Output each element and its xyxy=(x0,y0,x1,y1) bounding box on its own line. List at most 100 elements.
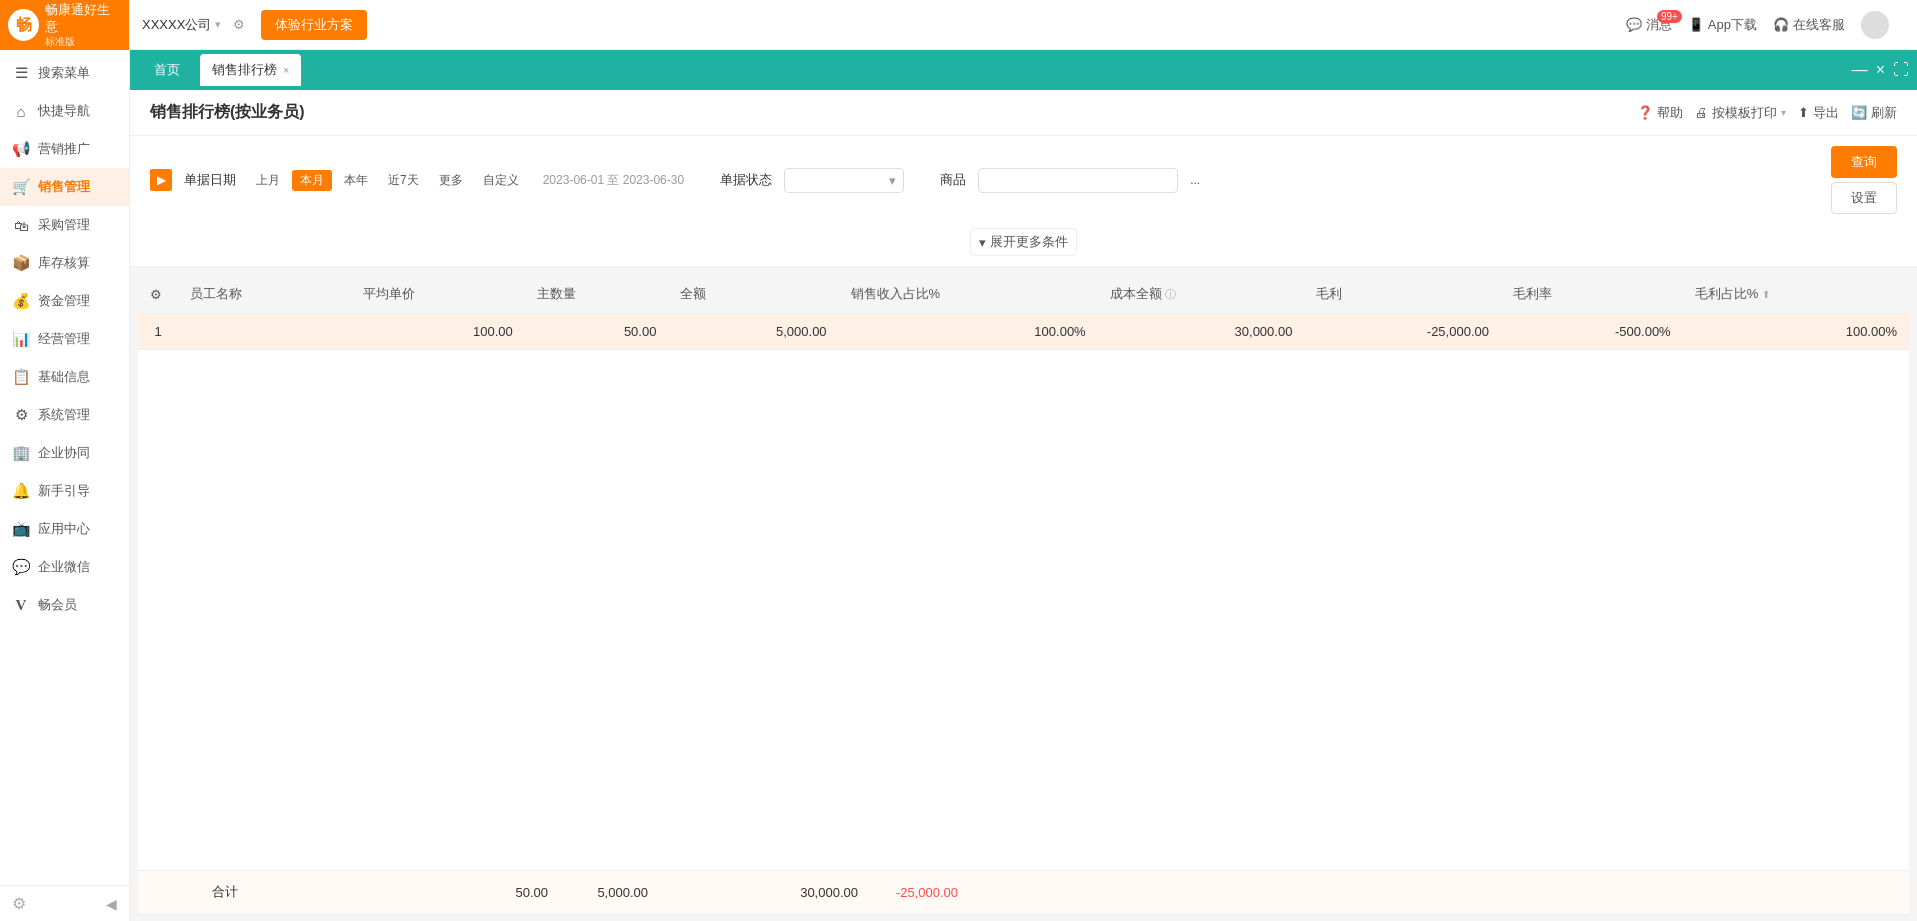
sidebar-item-marketing[interactable]: 📢 营销推广 xyxy=(0,130,129,168)
sidebar-item-operations[interactable]: 📊 经营管理 xyxy=(0,320,129,358)
logo-icon: 畅 xyxy=(8,9,39,41)
sidebar-item-label: 搜索菜单 xyxy=(38,64,90,82)
tabbar-right: — × ⛶ xyxy=(1852,61,1909,79)
print-icon: 🖨 xyxy=(1695,105,1708,120)
sidebar-item-search[interactable]: ☰ 搜索菜单 xyxy=(0,54,129,92)
date-tab-this-month[interactable]: 本月 xyxy=(292,170,332,191)
more-filters-icon[interactable]: ... xyxy=(1190,173,1200,187)
sidebar-item-apps[interactable]: 📺 应用中心 xyxy=(0,510,129,548)
sort-icon[interactable]: ⬆ xyxy=(1762,289,1770,300)
user-avatar[interactable] xyxy=(1861,11,1889,39)
collapse-icon[interactable]: ◀ xyxy=(106,896,117,912)
sidebar-item-finance[interactable]: 💰 资金管理 xyxy=(0,282,129,320)
page-actions: ❓ 帮助 🖨 按模板打印 ▾ ⬆ 导出 🔄 刷新 xyxy=(1637,104,1897,122)
footer-avg-price xyxy=(400,890,480,894)
help-btn[interactable]: ❓ 帮助 xyxy=(1637,104,1683,122)
sidebar-item-system[interactable]: ⚙ 系统管理 xyxy=(0,396,129,434)
enterprise-icon: 🏢 xyxy=(12,444,30,462)
search-menu-icon: ☰ xyxy=(12,64,30,82)
sidebar-item-member[interactable]: V 畅会员 xyxy=(0,586,129,624)
sidebar-item-enterprise[interactable]: 🏢 企业协同 xyxy=(0,434,129,472)
online-support-btn[interactable]: 🎧 在线客服 xyxy=(1773,16,1845,34)
date-tab-more[interactable]: 更多 xyxy=(431,170,471,191)
purchase-icon: 🛍 xyxy=(12,217,30,234)
sidebar-item-purchase[interactable]: 🛍 采购管理 xyxy=(0,206,129,244)
sidebar-item-sales[interactable]: 🛒 销售管理 xyxy=(0,168,129,206)
sidebar-item-inventory[interactable]: 📦 库存核算 xyxy=(0,244,129,282)
basic-icon: 📋 xyxy=(12,368,30,386)
sidebar-item-wechat[interactable]: 💬 企业微信 xyxy=(0,548,129,586)
th-gross-pct: 毛利占比% ⬆ xyxy=(1683,275,1909,314)
refresh-icon: 🔄 xyxy=(1851,105,1867,120)
home-icon: ⌂ xyxy=(12,103,30,120)
th-gross: 毛利 xyxy=(1304,275,1501,314)
apps-icon: 📺 xyxy=(12,520,30,538)
settings-icon[interactable]: ⚙ xyxy=(12,894,26,913)
chevron-down-icon[interactable]: ▾ xyxy=(215,18,221,31)
app-download-label: App下载 xyxy=(1708,16,1757,34)
trial-btn[interactable]: 体验行业方案 xyxy=(261,10,367,40)
sidebar-item-guide[interactable]: 🔔 新手引导 xyxy=(0,472,129,510)
query-btn[interactable]: 查询 xyxy=(1831,146,1897,178)
expand-chevron-icon: ▾ xyxy=(979,235,986,250)
sidebar-item-label: 系统管理 xyxy=(38,406,90,424)
tab-close-window-icon[interactable]: × xyxy=(1876,61,1885,79)
status-filter-label: 单据状态 xyxy=(720,171,772,189)
sidebar-item-label: 基础信息 xyxy=(38,368,90,386)
date-filter-label: 单据日期 xyxy=(184,171,236,189)
page-header: 销售排行榜(按业务员) ❓ 帮助 🖨 按模板打印 ▾ ⬆ 导出 🔄 刷新 xyxy=(130,90,1917,136)
footer-label xyxy=(150,890,200,894)
expand-more-btn[interactable]: ▾ 展开更多条件 xyxy=(970,228,1077,256)
app-name: 畅康通好生意 xyxy=(45,2,121,36)
date-tab-last-month[interactable]: 上月 xyxy=(248,170,288,191)
company-selector[interactable]: XXXXX公司 ▾ xyxy=(142,16,221,34)
cell-gross-rate: -500.00% xyxy=(1501,314,1683,350)
filter-collapse-btn[interactable]: ▶ xyxy=(150,169,172,191)
sidebar-item-basic[interactable]: 📋 基础信息 xyxy=(0,358,129,396)
app-download-btn[interactable]: 📱 App下载 xyxy=(1688,16,1757,34)
marketing-icon: 📢 xyxy=(12,140,30,158)
sidebar-item-label: 库存核算 xyxy=(38,254,90,272)
topbar-settings-icon[interactable]: ⚙ xyxy=(233,17,245,32)
date-tab-this-year[interactable]: 本年 xyxy=(336,170,376,191)
footer-gross: -25,000.00 xyxy=(870,883,970,902)
th-sales-pct: 销售收入占比% xyxy=(839,275,1098,314)
footer-qty: 50.00 xyxy=(480,883,560,902)
th-avg-price: 平均单价 xyxy=(351,275,524,314)
filter-row-1: ▶ 单据日期 上月 本月 本年 近7天 更多 自定义 2023-06-01 至 … xyxy=(150,146,1897,214)
close-tab-icon[interactable]: × xyxy=(283,64,289,76)
page-title: 销售排行榜(按业务员) xyxy=(150,102,305,123)
cell-gross: -25,000.00 xyxy=(1304,314,1501,350)
export-btn[interactable]: ⬆ 导出 xyxy=(1798,104,1839,122)
cost-help-icon[interactable]: ⓘ xyxy=(1165,288,1176,300)
date-tab-custom[interactable]: 自定义 xyxy=(475,170,527,191)
refresh-btn[interactable]: 🔄 刷新 xyxy=(1851,104,1897,122)
tabbar: 首页 销售排行榜 × — × ⛶ xyxy=(130,50,1917,90)
footer-cost: 30,000.00 xyxy=(770,883,870,902)
table-settings-icon[interactable]: ⚙ xyxy=(150,287,162,302)
tab-home[interactable]: 首页 xyxy=(138,50,196,90)
sidebar-logo: 畅 畅康通好生意 标准版 xyxy=(0,0,129,50)
sidebar-nav: ☰ 搜索菜单 ⌂ 快捷导航 📢 营销推广 🛒 销售管理 🛍 采购管理 📦 库存核… xyxy=(0,50,129,885)
tab-sales-ranking[interactable]: 销售排行榜 × xyxy=(200,54,301,86)
sidebar-item-label: 经营管理 xyxy=(38,330,90,348)
sidebar-item-label: 应用中心 xyxy=(38,520,90,538)
message-icon: 💬 xyxy=(1626,17,1642,32)
goods-input[interactable] xyxy=(978,168,1178,193)
footer-total-label: 合计 xyxy=(200,881,280,903)
template-print-btn[interactable]: 🖨 按模板打印 ▾ xyxy=(1695,104,1786,122)
tab-minimize-icon[interactable]: — xyxy=(1852,61,1868,79)
date-tabs: 上月 本月 本年 近7天 更多 自定义 xyxy=(248,170,527,191)
sidebar-item-label: 营销推广 xyxy=(38,140,90,158)
th-cost: 成本全额 ⓘ xyxy=(1098,275,1305,314)
date-tab-7days[interactable]: 近7天 xyxy=(380,170,427,191)
message-btn[interactable]: 💬 消息 99+ xyxy=(1626,16,1672,34)
tab-label: 销售排行榜 xyxy=(212,61,277,79)
status-select[interactable] xyxy=(784,168,904,193)
sidebar-item-shortcut[interactable]: ⌂ 快捷导航 xyxy=(0,92,129,130)
data-table-wrap: ⚙ 员工名称 平均单价 主数量 全额 销售收入占比% 成本全额 ⓘ 毛利 xyxy=(138,275,1909,913)
cell-gross-pct: 100.00% xyxy=(1683,314,1909,350)
app-sub: 标准版 xyxy=(45,35,121,48)
tab-maximize-icon[interactable]: ⛶ xyxy=(1893,61,1909,79)
settings-btn[interactable]: 设置 xyxy=(1831,182,1897,214)
